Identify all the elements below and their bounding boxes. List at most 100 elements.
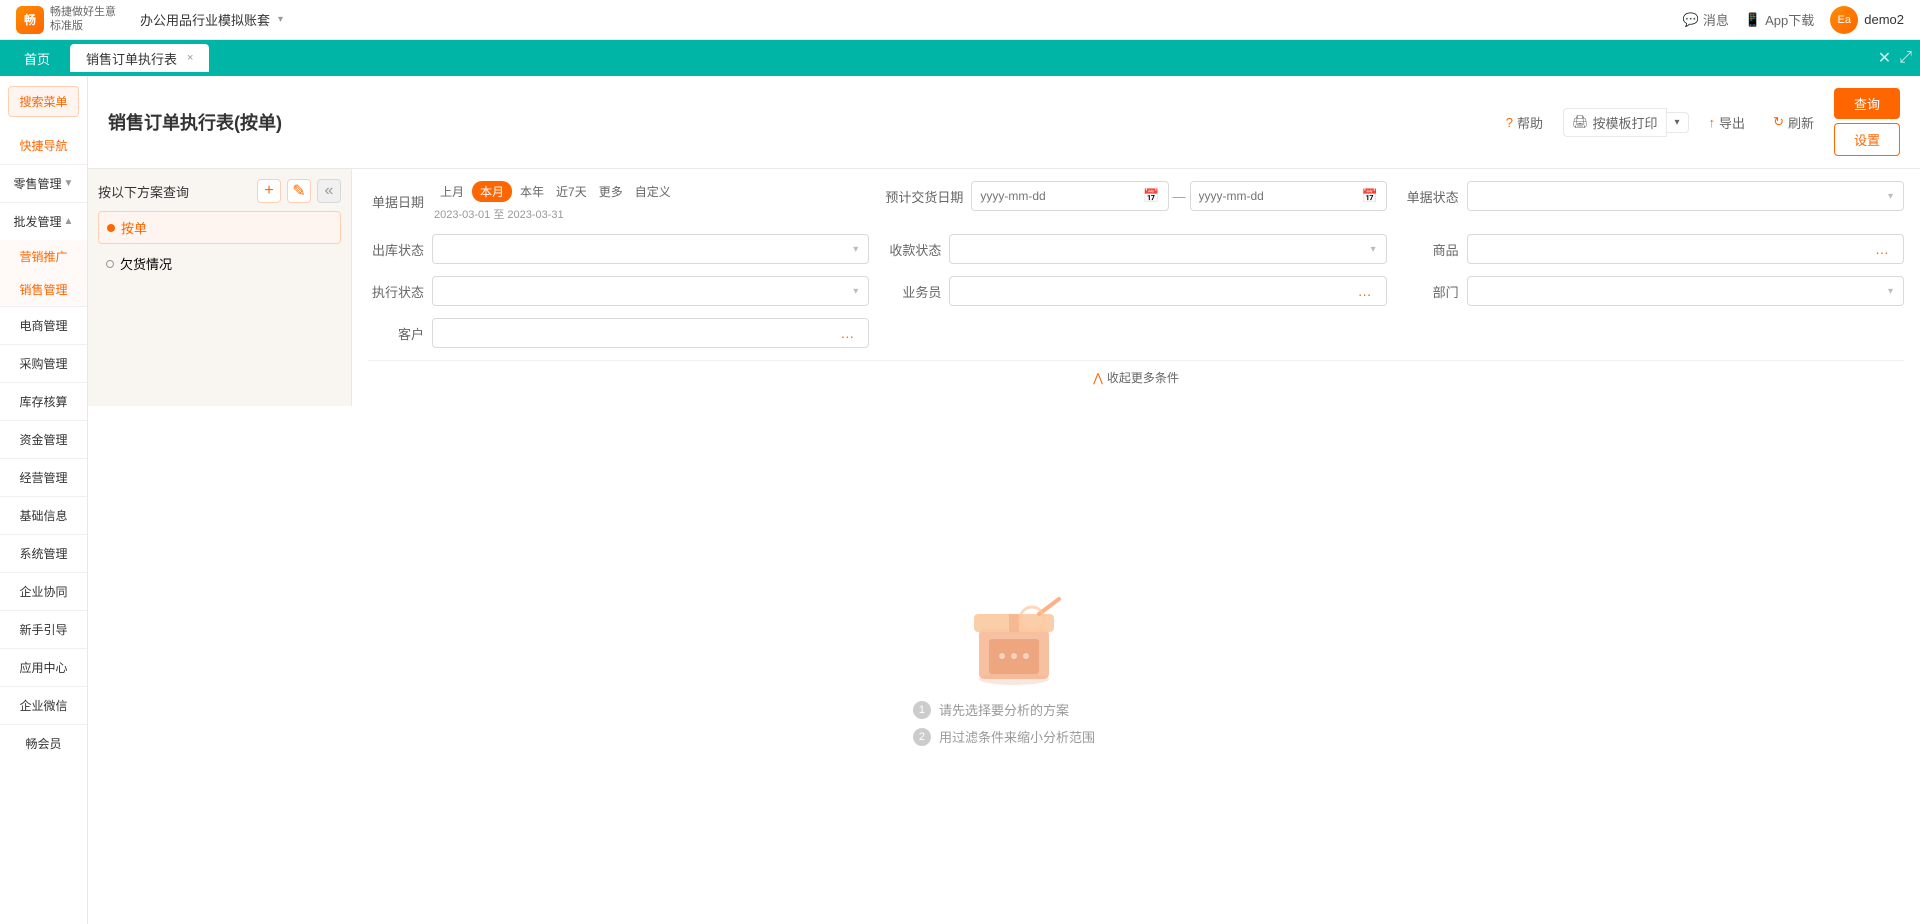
export-icon: ↑ bbox=[1709, 115, 1716, 130]
query-button[interactable]: 查询 bbox=[1834, 88, 1900, 119]
print-button[interactable]: 🖨 按模板打印 bbox=[1563, 108, 1667, 137]
window-maximize-icon[interactable]: ⤢ bbox=[1899, 49, 1912, 67]
exec-status-select[interactable]: ▾ bbox=[432, 276, 869, 306]
salesman-input-field[interactable] bbox=[960, 284, 1353, 299]
empty-tip-2: 2 用过滤条件来缩小分析范围 bbox=[913, 727, 1095, 746]
sidebar-item-purchase[interactable]: 采购管理 bbox=[0, 345, 87, 382]
sidebar-item-marketing[interactable]: 营销推广 bbox=[0, 240, 87, 273]
filter-panel: 按以下方案查询 + ✎ « bbox=[88, 169, 1920, 406]
app-title-dropdown-icon[interactable]: ▾ bbox=[278, 14, 283, 25]
wholesale-arrow-icon: ▲ bbox=[64, 216, 74, 227]
app-title: 办公用品行业模拟账套 bbox=[140, 10, 270, 29]
tip-1-text: 请先选择要分析的方案 bbox=[939, 700, 1069, 719]
search-menu-button[interactable]: 搜索菜单 bbox=[8, 86, 79, 117]
print-button-group: 🖨 按模板打印 ▾ bbox=[1563, 108, 1689, 137]
salesman-picker-icon[interactable]: … bbox=[1354, 283, 1376, 299]
filter-side-header: 按以下方案查询 + ✎ « bbox=[98, 179, 341, 203]
settings-button[interactable]: 设置 bbox=[1834, 123, 1900, 156]
sidebar-item-retail[interactable]: 零售管理 ▼ bbox=[0, 165, 87, 202]
date-range-text: 2023-03-01 至 2023-03-31 bbox=[432, 206, 869, 222]
filter-edit-button[interactable]: ✎ bbox=[287, 179, 311, 203]
customer-picker-icon[interactable]: … bbox=[836, 325, 858, 341]
sidebar-item-app-center[interactable]: 应用中心 bbox=[0, 649, 87, 686]
date-label: 单据日期 bbox=[368, 192, 424, 211]
filter-scheme-active-item[interactable]: 按单 bbox=[98, 211, 341, 244]
message-button[interactable]: 💬 消息 bbox=[1683, 10, 1729, 29]
app-download-button[interactable]: 📱 App下载 bbox=[1745, 10, 1814, 29]
goods-input-field[interactable] bbox=[1478, 242, 1871, 257]
refresh-icon: ↻ bbox=[1773, 114, 1784, 130]
sidebar-section-newbie: 新手引导 bbox=[0, 610, 87, 648]
expected-date-end-input[interactable] bbox=[1199, 189, 1279, 203]
scheme-active-dot bbox=[107, 224, 115, 232]
customer-input[interactable]: … bbox=[432, 318, 869, 348]
logo-area: 畅 畅捷做好生意 标准版 bbox=[16, 6, 116, 34]
sidebar-item-system[interactable]: 系统管理 bbox=[0, 535, 87, 572]
filter-scheme-sub-item[interactable]: 欠货情况 bbox=[98, 248, 341, 279]
user-area[interactable]: Ea demo2 bbox=[1830, 6, 1904, 34]
sidebar-item-inventory[interactable]: 库存核算 bbox=[0, 383, 87, 420]
date-quick-last-month[interactable]: 上月 bbox=[436, 181, 468, 202]
sidebar-section-wholesale: 批发管理 ▲ 营销推广 销售管理 bbox=[0, 202, 87, 306]
collapse-bar[interactable]: ⋀ 收起更多条件 bbox=[368, 360, 1904, 394]
sidebar-section-enterprise: 企业协同 bbox=[0, 572, 87, 610]
logo-icon: 畅 bbox=[16, 6, 44, 34]
export-button[interactable]: ↑ 导出 bbox=[1701, 109, 1754, 136]
filter-add-button[interactable]: + bbox=[257, 179, 281, 203]
refresh-button[interactable]: ↻ 刷新 bbox=[1765, 109, 1822, 136]
collapse-chevron-icon: ⋀ bbox=[1093, 371, 1103, 385]
filter-side-title: 按以下方案查询 bbox=[98, 182, 189, 201]
sidebar-section-finance: 资金管理 bbox=[0, 420, 87, 458]
sidebar-item-finance[interactable]: 资金管理 bbox=[0, 421, 87, 458]
dept-select[interactable]: ▾ bbox=[1467, 276, 1904, 306]
tab-sales-order[interactable]: 销售订单执行表 × bbox=[70, 44, 209, 72]
filter-side-panel: 按以下方案查询 + ✎ « bbox=[88, 169, 352, 406]
page-header: 销售订单执行表(按单) ? 帮助 🖨 按模板打印 ▾ ↑ 导出 bbox=[88, 76, 1920, 169]
quick-nav-button[interactable]: 快捷导航 bbox=[8, 133, 79, 158]
print-dropdown-button[interactable]: ▾ bbox=[1667, 112, 1689, 133]
expected-date-start[interactable]: 📅 bbox=[971, 181, 1168, 211]
calendar-end-icon: 📅 bbox=[1361, 188, 1377, 204]
window-close-icon[interactable]: ✕ bbox=[1878, 48, 1891, 68]
help-button[interactable]: ? 帮助 bbox=[1498, 109, 1551, 136]
tip-1-number: 1 bbox=[913, 701, 931, 719]
expected-date-label: 预计交货日期 bbox=[885, 187, 963, 206]
sidebar-item-operations[interactable]: 经营管理 bbox=[0, 459, 87, 496]
date-quick-group: 上月 本月 本年 近7天 更多 自定义 bbox=[436, 181, 675, 202]
scheme-sub-dot bbox=[106, 260, 114, 268]
empty-tips: 1 请先选择要分析的方案 2 用过滤条件来缩小分析范围 bbox=[913, 700, 1095, 746]
filter-table-wrapper: 按以下方案查询 + ✎ « bbox=[88, 169, 1920, 924]
filter-collapse-button[interactable]: « bbox=[317, 179, 341, 203]
delivery-status-select[interactable]: ▾ bbox=[432, 234, 869, 264]
table-area: 1 请先选择要分析的方案 2 用过滤条件来缩小分析范围 bbox=[88, 406, 1920, 924]
expected-date-end[interactable]: 📅 bbox=[1190, 181, 1387, 211]
payment-status-select[interactable]: ▾ bbox=[949, 234, 1386, 264]
date-quick-more[interactable]: 更多 bbox=[595, 181, 627, 202]
sidebar-item-wechat[interactable]: 企业微信 bbox=[0, 687, 87, 724]
goods-label: 商品 bbox=[1403, 240, 1459, 259]
date-quick-this-year[interactable]: 本年 bbox=[516, 181, 548, 202]
sidebar-item-newbie[interactable]: 新手引导 bbox=[0, 611, 87, 648]
sidebar-item-ecommerce[interactable]: 电商管理 bbox=[0, 307, 87, 344]
date-quick-7days[interactable]: 近7天 bbox=[552, 181, 591, 202]
sidebar-item-member[interactable]: 畅会员 bbox=[0, 725, 87, 762]
goods-input[interactable]: … bbox=[1467, 234, 1904, 264]
tab-home[interactable]: 首页 bbox=[8, 44, 66, 72]
expected-date-start-input[interactable] bbox=[980, 189, 1060, 203]
salesman-input[interactable]: … bbox=[949, 276, 1386, 306]
sidebar-item-wholesale[interactable]: 批发管理 ▲ bbox=[0, 203, 87, 240]
goods-picker-icon[interactable]: … bbox=[1871, 241, 1893, 257]
customer-input-field[interactable] bbox=[443, 326, 836, 341]
sidebar-item-basic[interactable]: 基础信息 bbox=[0, 497, 87, 534]
filter-row-2: 出库状态 ▾ 收款状态 ▾ bbox=[368, 234, 1904, 264]
sidebar-item-sales-mgmt[interactable]: 销售管理 bbox=[0, 273, 87, 306]
empty-tip-1: 1 请先选择要分析的方案 bbox=[913, 700, 1095, 719]
tab-close-icon[interactable]: × bbox=[187, 52, 193, 64]
sidebar-section-retail: 零售管理 ▼ bbox=[0, 164, 87, 202]
app-download-icon: 📱 bbox=[1745, 12, 1761, 28]
date-quick-custom[interactable]: 自定义 bbox=[631, 181, 675, 202]
date-quick-this-month[interactable]: 本月 bbox=[472, 181, 512, 202]
user-name: demo2 bbox=[1864, 12, 1904, 27]
sidebar-item-enterprise[interactable]: 企业协同 bbox=[0, 573, 87, 610]
doc-status-select[interactable]: ▾ bbox=[1467, 181, 1904, 211]
